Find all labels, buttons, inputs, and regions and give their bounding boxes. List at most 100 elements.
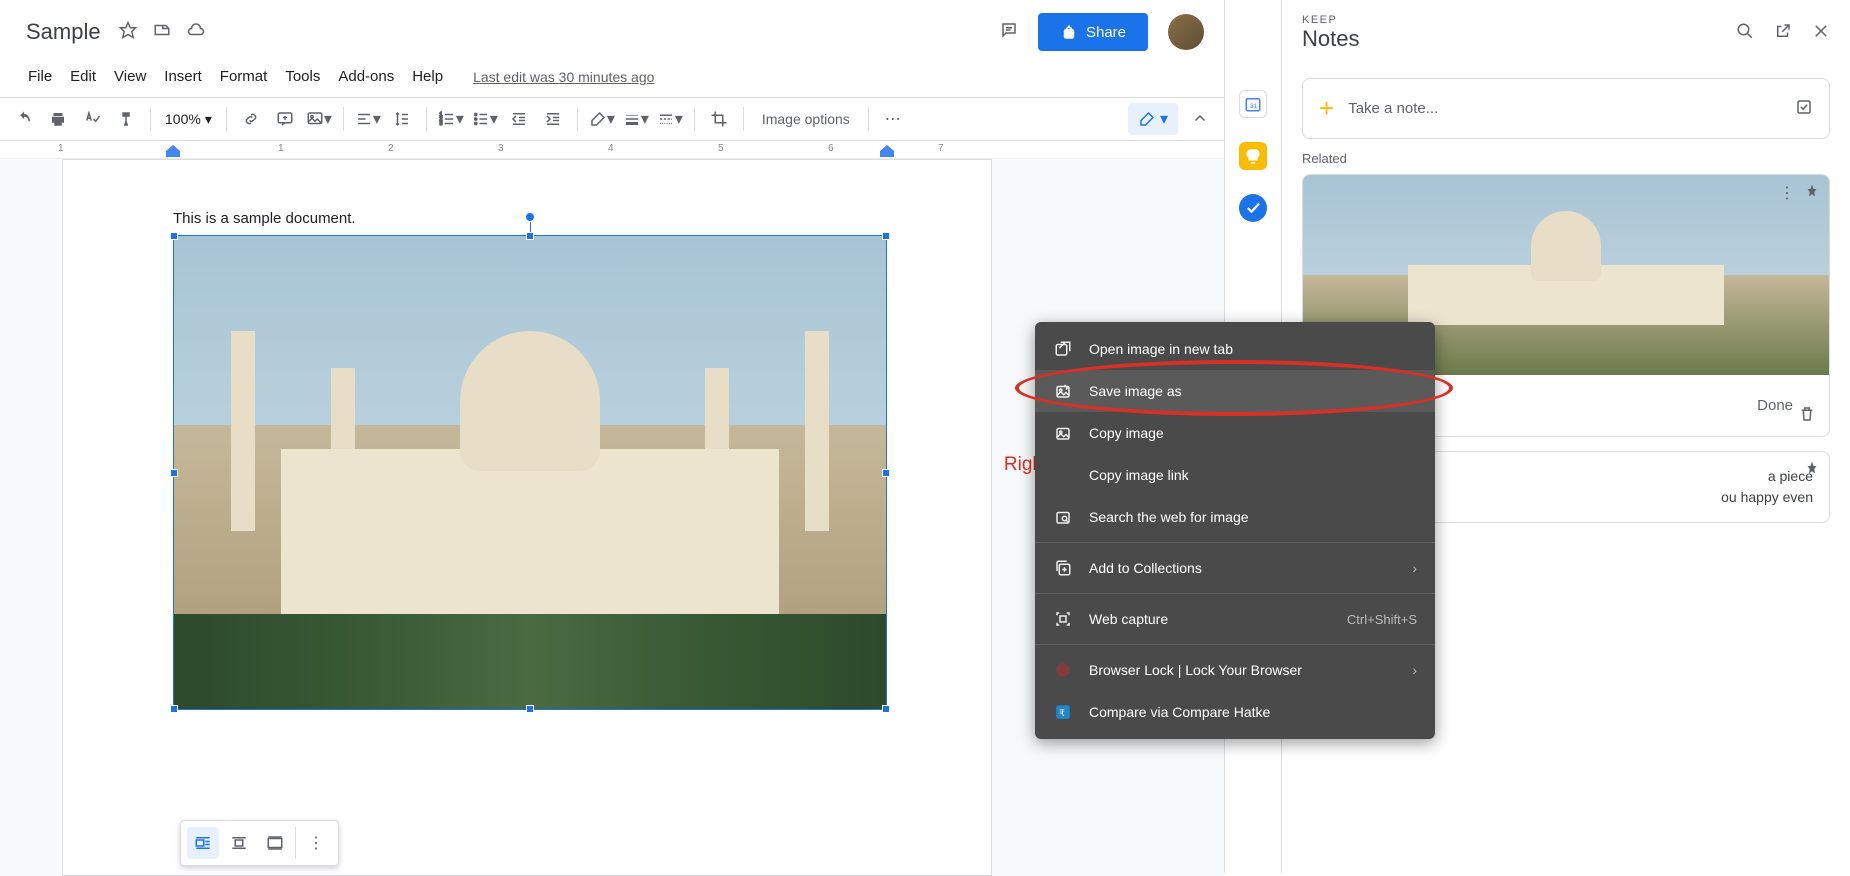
trash-icon[interactable] — [1793, 400, 1821, 428]
note-more-icon[interactable]: ⋮ — [1779, 183, 1795, 206]
cloud-status-icon[interactable] — [187, 21, 205, 44]
copy-image-icon — [1053, 423, 1073, 443]
link-icon[interactable] — [237, 105, 265, 133]
toolbar-separator — [694, 107, 695, 131]
wrap-inline-button[interactable] — [187, 827, 219, 859]
menu-format[interactable]: Format — [212, 64, 276, 89]
selected-image[interactable] — [173, 235, 887, 710]
ctx-label: Copy image — [1089, 425, 1417, 441]
ctx-open-new-tab[interactable]: Open image in new tab — [1035, 328, 1435, 370]
ctx-search-web[interactable]: Search the web for image — [1035, 496, 1435, 538]
ctx-label: Compare via Compare Hatke — [1089, 704, 1417, 720]
open-in-new-icon[interactable] — [1774, 22, 1792, 45]
paint-format-icon[interactable] — [112, 105, 140, 133]
calendar-icon[interactable]: 31 — [1239, 90, 1267, 118]
toolbar-separator — [426, 107, 427, 131]
ctx-add-collections[interactable]: Add to Collections › — [1035, 547, 1435, 589]
resize-handle-bm[interactable] — [526, 705, 534, 713]
svg-text:₹: ₹ — [1059, 708, 1065, 718]
align-icon[interactable]: ▾ — [354, 105, 382, 133]
spellcheck-icon[interactable] — [78, 105, 106, 133]
numbered-list-icon[interactable]: 123 ▾ — [437, 105, 465, 133]
line-spacing-icon[interactable] — [388, 105, 416, 133]
blank-icon — [1053, 465, 1073, 485]
crop-icon[interactable] — [705, 105, 733, 133]
ctx-copy-image[interactable]: Copy image — [1035, 412, 1435, 454]
more-icon[interactable]: ⋯ — [879, 105, 907, 133]
wrap-behind-button[interactable] — [259, 827, 291, 859]
menu-file[interactable]: File — [20, 64, 60, 89]
menu-addons[interactable]: Add-ons — [330, 64, 402, 89]
ctx-web-capture[interactable]: Web capture Ctrl+Shift+S — [1035, 598, 1435, 640]
ctx-save-image-as[interactable]: Save image as — [1035, 370, 1435, 412]
related-label: Related — [1282, 151, 1850, 166]
menu-tools[interactable]: Tools — [277, 64, 328, 89]
svg-text:31: 31 — [1250, 103, 1258, 110]
move-icon[interactable] — [153, 21, 171, 44]
share-button[interactable]: Share — [1038, 13, 1148, 51]
rotation-handle[interactable] — [525, 212, 535, 222]
menu-help[interactable]: Help — [404, 64, 451, 89]
last-edit-link[interactable]: Last edit was 30 minutes ago — [473, 69, 654, 85]
keep-kicker: KEEP — [1302, 14, 1736, 26]
print-icon[interactable] — [44, 105, 72, 133]
pin-icon[interactable] — [1803, 460, 1821, 484]
menu-view[interactable]: View — [106, 64, 154, 89]
ctx-label: Copy image link — [1089, 467, 1417, 483]
search-web-icon — [1053, 507, 1073, 527]
keep-icon[interactable] — [1239, 142, 1267, 170]
resize-handle-tm[interactable] — [526, 232, 534, 240]
menu-insert[interactable]: Insert — [156, 64, 210, 89]
resize-handle-mr[interactable] — [882, 469, 890, 477]
search-icon[interactable] — [1736, 22, 1754, 45]
toolbar-right: ▾ — [1128, 103, 1214, 135]
pin-icon[interactable] — [1803, 183, 1821, 206]
collapse-icon[interactable] — [1186, 105, 1214, 133]
resize-handle-bl[interactable] — [170, 705, 178, 713]
border-weight-icon[interactable]: ▾ — [622, 105, 650, 133]
comment-add-icon[interactable] — [271, 105, 299, 133]
comments-icon[interactable] — [1000, 21, 1018, 44]
ctx-browser-lock[interactable]: Browser Lock | Lock Your Browser › — [1035, 649, 1435, 691]
resize-handle-br[interactable] — [882, 705, 890, 713]
user-avatar[interactable] — [1168, 14, 1204, 50]
wrap-break-button[interactable] — [223, 827, 255, 859]
checklist-icon[interactable] — [1795, 98, 1813, 120]
ruler[interactable]: 1 1 2 3 4 5 6 7 — [0, 141, 1224, 159]
ctx-copy-image-link[interactable]: Copy image link — [1035, 454, 1435, 496]
ctx-label: Add to Collections — [1089, 560, 1396, 576]
undo-icon[interactable] — [10, 105, 38, 133]
image-insert-icon[interactable]: ▾ — [305, 105, 333, 133]
bullet-list-icon[interactable]: ▾ — [471, 105, 499, 133]
resize-handle-tr[interactable] — [882, 232, 890, 240]
menu-edit[interactable]: Edit — [62, 64, 104, 89]
image-options-button[interactable]: Image options — [754, 111, 858, 127]
close-icon[interactable] — [1812, 22, 1830, 45]
note-actions: ⋮ — [1779, 183, 1821, 206]
resize-handle-tl[interactable] — [170, 232, 178, 240]
dropdown-caret-icon: ▾ — [1160, 109, 1168, 129]
ctx-label: Open image in new tab — [1089, 341, 1417, 357]
zoom-dropdown[interactable]: 100% ▾ — [161, 111, 216, 128]
header-icons — [119, 21, 205, 44]
border-color-icon[interactable]: ▾ — [588, 105, 616, 133]
ctx-compare-hatke[interactable]: ₹ Compare via Compare Hatke — [1035, 691, 1435, 733]
wrap-more-button[interactable]: ⋮ — [300, 827, 332, 859]
doc-title-input[interactable]: Sample — [20, 17, 107, 47]
take-note-input[interactable]: + Take a note... — [1302, 78, 1830, 139]
lock-ext-icon — [1053, 660, 1073, 680]
ctx-label: Web capture — [1089, 611, 1331, 627]
image-content — [174, 236, 886, 709]
toolbar-separator — [743, 107, 744, 131]
star-icon[interactable] — [119, 21, 137, 44]
resize-handle-ml[interactable] — [170, 469, 178, 477]
page[interactable]: This is a sample document. — [62, 159, 992, 876]
indent-increase-icon[interactable] — [539, 105, 567, 133]
toolbar-separator — [868, 107, 869, 131]
svg-text:3: 3 — [439, 121, 442, 127]
border-dash-icon[interactable]: ▾ — [656, 105, 684, 133]
tasks-icon[interactable] — [1239, 194, 1267, 222]
indent-decrease-icon[interactable] — [505, 105, 533, 133]
ruler-mark: 2 — [388, 143, 394, 154]
editing-mode-button[interactable]: ▾ — [1128, 103, 1178, 135]
